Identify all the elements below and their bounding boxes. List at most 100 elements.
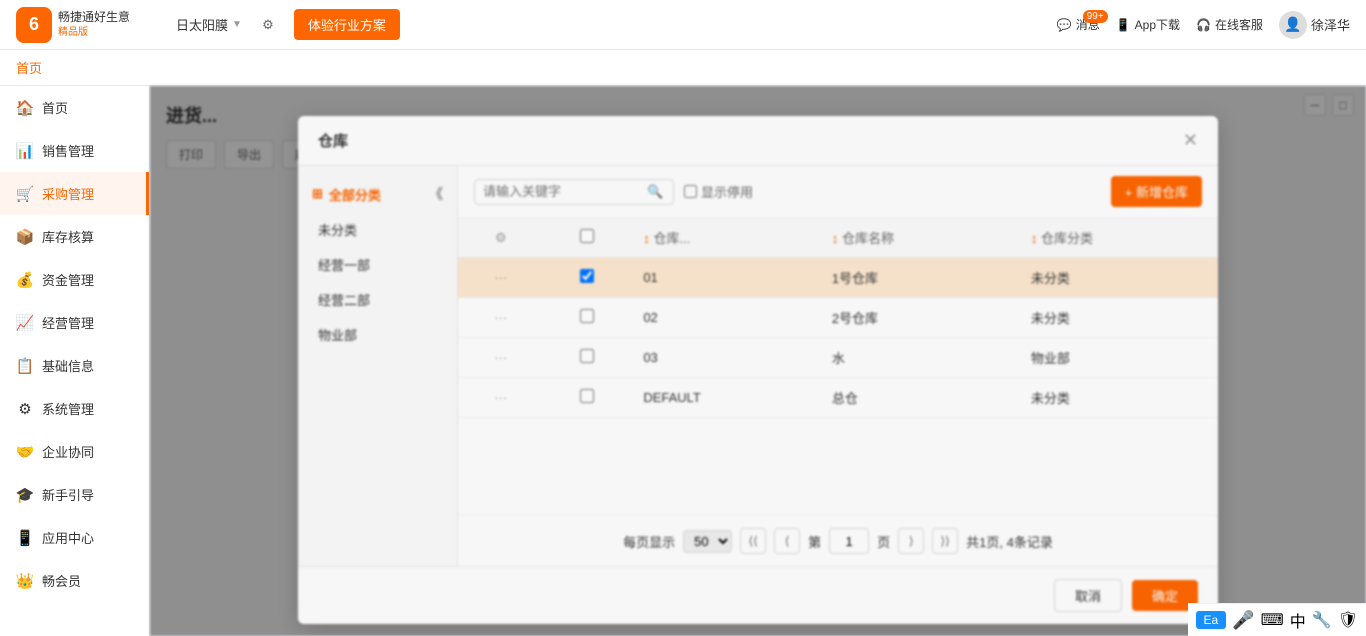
row-cb-1 (544, 298, 632, 338)
sidebar-item-basic-info[interactable]: 📋 基础信息 (0, 344, 149, 387)
row-checkbox-1[interactable] (580, 309, 594, 323)
collapse-category-button[interactable]: 《 (429, 184, 443, 204)
user-icon: 👤 (1284, 16, 1301, 33)
cancel-button[interactable]: 取消 (1054, 579, 1122, 612)
row-name-0: 1号仓库 (820, 258, 1019, 298)
content-area: 进货... 打印 导出 刷新 查询 设置 仓库 ✕ (150, 86, 1366, 636)
modal-title: 仓库 (318, 130, 348, 151)
row-gear-3: ··· (458, 378, 544, 418)
prev-page-button[interactable]: ⟨ (774, 528, 800, 554)
sidebar: 🏠 首页 📊 销售管理 🛒 采购管理 📦 库存核算 💰 资金管理 📈 经营管理 … (0, 86, 150, 636)
purchase-icon: 🛒 (16, 185, 34, 203)
row-name-3: 总仓 (820, 378, 1019, 418)
search-input[interactable] (483, 184, 643, 199)
row-cb-0 (544, 258, 632, 298)
search-icon[interactable]: 🔍 (647, 184, 663, 200)
mobile-icon: 📱 (1116, 18, 1131, 32)
category-item-dept1[interactable]: 经营一部 (298, 247, 457, 282)
modal-header: 仓库 ✕ (298, 116, 1218, 166)
app-download-btn[interactable]: 📱 App下载 (1116, 16, 1180, 33)
sidebar-item-apps[interactable]: 📱 应用中心 (0, 516, 149, 559)
first-page-button[interactable]: ⟨⟨ (740, 528, 766, 554)
mic-icon[interactable]: 🎤 (1232, 610, 1254, 631)
message-btn[interactable]: 💬 消息 99+ (1057, 16, 1100, 33)
last-page-button[interactable]: ⟩⟩ (932, 528, 958, 554)
sidebar-item-operations[interactable]: 📈 经营管理 (0, 301, 149, 344)
row-checkbox-0[interactable] (580, 269, 594, 283)
show-disabled-label[interactable]: 显示停用 (684, 182, 753, 201)
user-menu[interactable]: 👤 徐泽华 (1279, 11, 1350, 39)
warehouse-modal: 仓库 ✕ ⊞ 全部分类 《 未分类 经营一部 经营二部 (298, 116, 1218, 624)
page-number-input[interactable] (829, 528, 869, 554)
row-checkbox-2[interactable] (580, 349, 594, 363)
row-category-2: 物业部 (1019, 338, 1218, 378)
modal-close-button[interactable]: ✕ (1183, 130, 1198, 151)
category-item-dept2[interactable]: 经营二部 (298, 282, 457, 317)
trial-button[interactable]: 体验行业方案 (294, 9, 400, 40)
dropdown-arrow-icon: ▼ (232, 19, 242, 30)
main-layout: 🏠 首页 📊 销售管理 🛒 采购管理 📦 库存核算 💰 资金管理 📈 经营管理 … (0, 86, 1366, 636)
select-all-checkbox[interactable] (580, 229, 594, 243)
sidebar-item-purchase[interactable]: 🛒 采购管理 (0, 172, 149, 215)
modal-backdrop: 仓库 ✕ ⊞ 全部分类 《 未分类 经营一部 经营二部 (150, 86, 1366, 636)
row-checkbox-3[interactable] (580, 389, 594, 403)
system-icon: ⚙ (16, 400, 34, 418)
col-gear: ⚙ (458, 218, 544, 258)
keyboard-icon[interactable]: ⌨ (1261, 610, 1284, 630)
logo-icon: 6 (16, 7, 52, 43)
sidebar-item-home[interactable]: 🏠 首页 (0, 86, 149, 129)
category-item-unclassified[interactable]: 未分类 (298, 212, 457, 247)
logo-area: 6 畅捷通好生意 精品版 (16, 7, 166, 43)
avatar: 👤 (1279, 11, 1307, 39)
warehouse-table: ⚙ ↕ 仓库... ↕ 仓库名称 (458, 218, 1218, 418)
settings-taskbar-icon[interactable]: 🔧 (1312, 610, 1332, 630)
basic-info-icon: 📋 (16, 357, 34, 375)
header-nav: 日太阳膜 ▼ ⚙ 体验行业方案 (166, 9, 1057, 40)
finance-icon: 💰 (16, 271, 34, 289)
translate-icon[interactable]: 中 (1290, 608, 1306, 632)
online-service-btn[interactable]: 🎧 在线客服 (1196, 16, 1263, 33)
table-row[interactable]: ··· DEFAULT 总仓 未分类 (458, 378, 1218, 418)
pagination: 每页显示 50 ⟨⟨ ⟨ 第 页 ⟩ ⟩⟩ 共1页, 4条记录 (458, 515, 1218, 566)
sidebar-item-inventory[interactable]: 📦 库存核算 (0, 215, 149, 258)
row-cb-2 (544, 338, 632, 378)
per-page-select[interactable]: 50 (683, 530, 732, 553)
search-box: 🔍 (474, 179, 674, 205)
store-select[interactable]: 日太阳膜 ▼ (176, 15, 242, 34)
headset-icon: 🎧 (1196, 18, 1211, 32)
modal-body: ⊞ 全部分类 《 未分类 经营一部 经营二部 物业部 (298, 166, 1218, 566)
all-categories-item[interactable]: ⊞ 全部分类 《 (298, 176, 457, 212)
shield-icon[interactable]: 🛡 (1338, 610, 1358, 630)
sidebar-item-system[interactable]: ⚙ 系统管理 (0, 387, 149, 430)
row-category-1: 未分类 (1019, 298, 1218, 338)
show-disabled-checkbox[interactable] (684, 185, 697, 198)
row-gear-2: ··· (458, 338, 544, 378)
table-row[interactable]: ··· 02 2号仓库 未分类 (458, 298, 1218, 338)
category-sidebar: ⊞ 全部分类 《 未分类 经营一部 经营二部 物业部 (298, 166, 458, 566)
sidebar-item-sales[interactable]: 📊 销售管理 (0, 129, 149, 172)
row-name-2: 水 (820, 338, 1019, 378)
vip-icon: 👑 (16, 572, 34, 590)
row-gear-0: ··· (458, 258, 544, 298)
category-item-property[interactable]: 物业部 (298, 317, 457, 352)
col-category: ↕ 仓库分类 (1019, 218, 1218, 258)
header-right: 💬 消息 99+ 📱 App下载 🎧 在线客服 👤 徐泽华 (1057, 11, 1350, 39)
add-warehouse-button[interactable]: + 新增仓库 (1111, 176, 1202, 207)
sidebar-item-enterprise[interactable]: 🤝 企业协同 (0, 430, 149, 473)
ea-label: Ea (1196, 611, 1227, 629)
logo-text: 畅捷通好生意 精品版 (58, 10, 130, 39)
sidebar-item-finance[interactable]: 💰 资金管理 (0, 258, 149, 301)
next-page-button[interactable]: ⟩ (898, 528, 924, 554)
col-name: ↕ 仓库名称 (820, 218, 1019, 258)
table-row[interactable]: ··· 01 1号仓库 未分类 (458, 258, 1218, 298)
row-code-0: 01 (631, 258, 820, 298)
table-row[interactable]: ··· 03 水 物业部 (458, 338, 1218, 378)
inventory-icon: 📦 (16, 228, 34, 246)
row-cb-3 (544, 378, 632, 418)
sidebar-item-vip[interactable]: 👑 畅会员 (0, 559, 149, 602)
settings-icon[interactable]: ⚙ (254, 11, 282, 39)
table-header-row: ⚙ ↕ 仓库... ↕ 仓库名称 (458, 218, 1218, 258)
sidebar-item-guide[interactable]: 🎓 新手引导 (0, 473, 149, 516)
guide-icon: 🎓 (16, 486, 34, 504)
sort-icon-code: ↕ (643, 231, 650, 246)
